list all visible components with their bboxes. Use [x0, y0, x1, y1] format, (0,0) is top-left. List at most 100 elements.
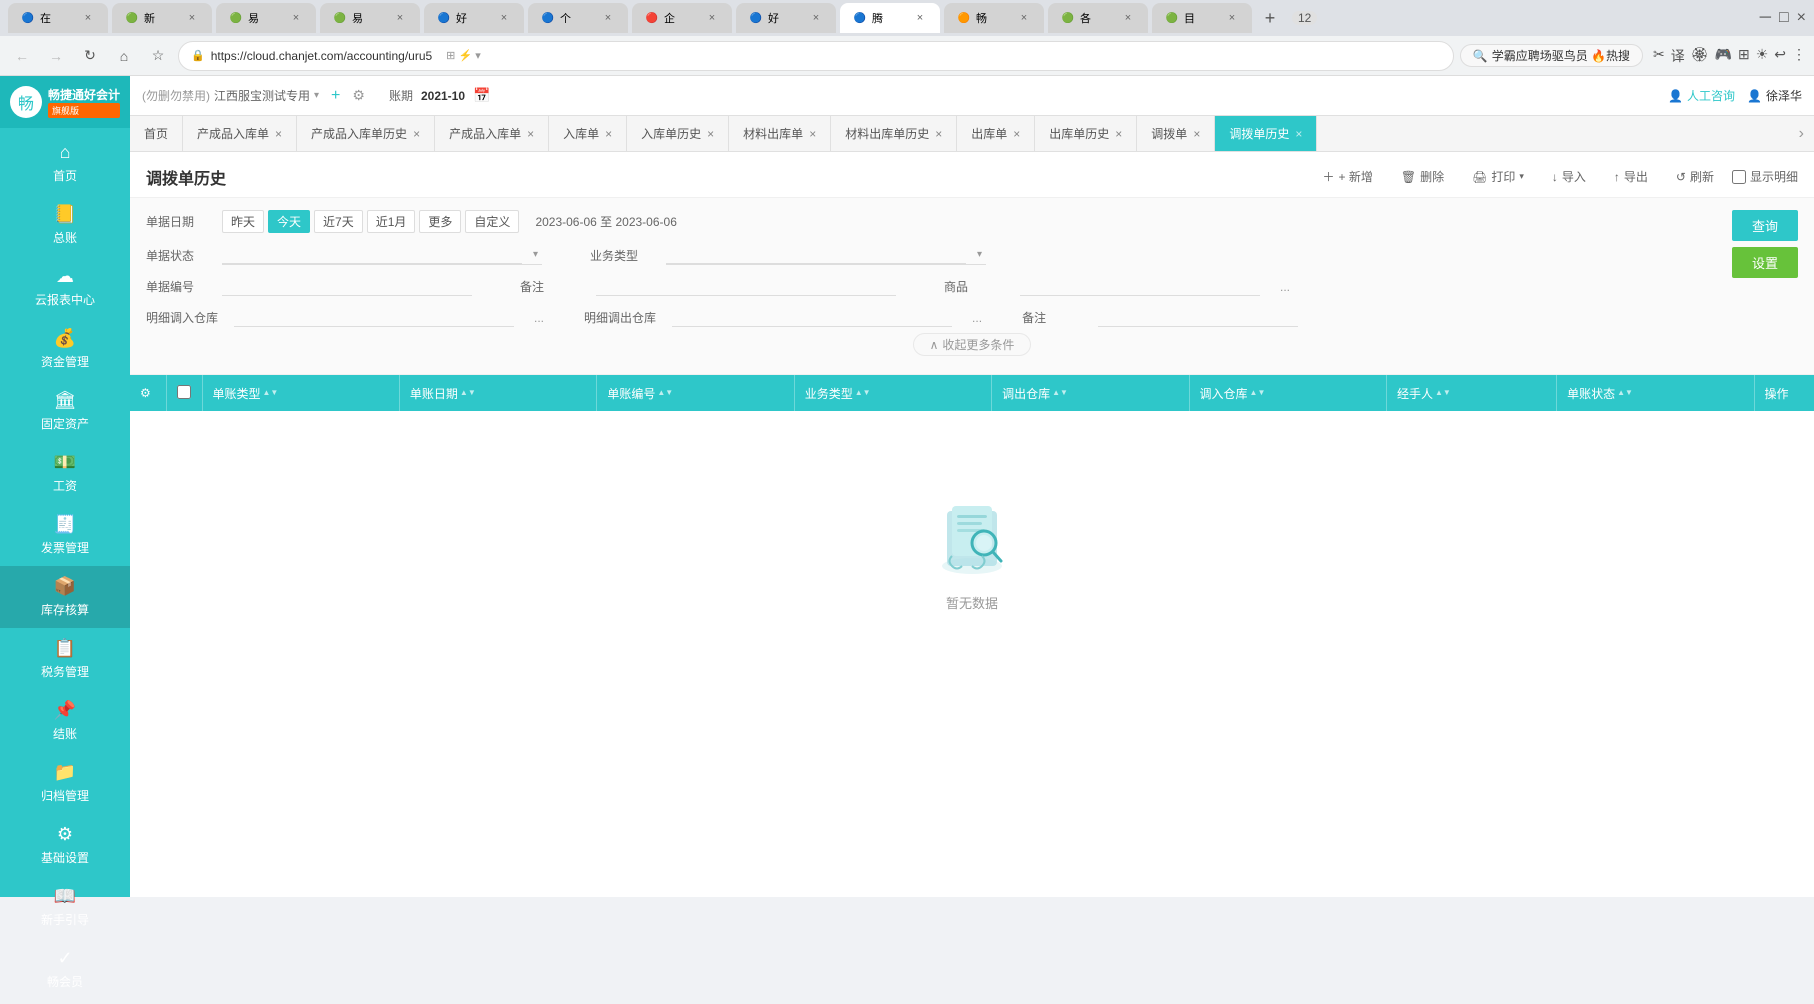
maximize-btn[interactable]: □	[1779, 9, 1789, 27]
last7days-btn[interactable]: 近7天	[314, 210, 363, 233]
translate-icon[interactable]: 译	[1671, 46, 1685, 66]
theme-icon[interactable]: ☀	[1756, 46, 1769, 66]
close-window-btn[interactable]: ×	[1797, 9, 1806, 27]
th-num[interactable]: 单账编号 ▲▼	[597, 375, 794, 411]
forward-btn[interactable]: →	[42, 42, 70, 70]
filter-settings-btn[interactable]: 设置	[1732, 247, 1798, 278]
detail-out-dots[interactable]: ...	[972, 311, 982, 325]
app-tab-home[interactable]: 首页	[130, 116, 183, 152]
sidebar-item-ledger[interactable]: 📒 总账	[0, 194, 130, 256]
import-btn[interactable]: ↓ 导入	[1542, 164, 1596, 189]
sidebar-item-settings[interactable]: ⚙ 基础设置	[0, 814, 130, 876]
app-tab-5[interactable]: 入库单历史 ×	[627, 116, 729, 152]
browser-tab-11[interactable]: 🟢 各 ×	[1048, 3, 1148, 33]
last1month-btn[interactable]: 近1月	[367, 210, 416, 233]
browser-tab-9[interactable]: 🔵 腾 ×	[840, 3, 940, 33]
th-status[interactable]: 单账状态 ▲▼	[1557, 375, 1754, 411]
browser-tab-7[interactable]: 🔴 企 ×	[632, 3, 732, 33]
app-tab-4[interactable]: 入库单 ×	[549, 116, 627, 152]
browser-tab-2[interactable]: 🟢 新 ×	[112, 3, 212, 33]
today-btn[interactable]: 今天	[268, 210, 310, 233]
app-tab-11[interactable]: 调拨单历史 ×	[1215, 116, 1317, 152]
detail-out-input[interactable]	[672, 308, 952, 327]
th-type[interactable]: 单账类型 ▲▼	[202, 375, 399, 411]
tab-close-8[interactable]: ×	[808, 10, 824, 26]
grid-icon[interactable]: ⊞	[1738, 46, 1750, 66]
th-operator[interactable]: 经手人 ▲▼	[1386, 375, 1556, 411]
app-tab-close-9[interactable]: ×	[1115, 127, 1122, 141]
print-btn[interactable]: 🖨 打印 ▾	[1462, 164, 1534, 189]
query-btn[interactable]: 查询	[1732, 210, 1798, 241]
app-tab-6[interactable]: 材料出库单 ×	[729, 116, 831, 152]
tab-close-9[interactable]: ×	[912, 10, 928, 26]
browser-tab-1[interactable]: 🔵 在 ×	[8, 3, 108, 33]
calendar-icon[interactable]: 📅	[473, 87, 490, 104]
sidebar-item-settle[interactable]: 📌 结账	[0, 690, 130, 752]
browser-tab-4[interactable]: 🟢 易 ×	[320, 3, 420, 33]
tab-close-2[interactable]: ×	[184, 10, 200, 26]
scissors-icon[interactable]: ✂	[1653, 46, 1665, 66]
yesterday-btn[interactable]: 昨天	[222, 210, 264, 233]
sidebar-item-assets[interactable]: 🏛 固定资产	[0, 380, 130, 442]
display-toggle[interactable]: 显示明细	[1732, 168, 1798, 185]
game-icon[interactable]: 🎮	[1715, 46, 1732, 66]
docnum-input[interactable]	[222, 277, 472, 296]
sidebar-item-inventory[interactable]: 📦 库存核算	[0, 566, 130, 628]
reward-icon[interactable]: 🏵	[1691, 46, 1709, 66]
browser-tab-10[interactable]: 🟠 畅 ×	[944, 3, 1044, 33]
app-tab-2[interactable]: 产成品入库单历史 ×	[297, 116, 435, 152]
sidebar-item-archive[interactable]: 📁 归档管理	[0, 752, 130, 814]
address-bar[interactable]: 🔒 https://cloud.chanjet.com/accounting/u…	[178, 41, 1454, 71]
app-tab-7[interactable]: 材料出库单历史 ×	[831, 116, 957, 152]
tab-close-12[interactable]: ×	[1224, 10, 1240, 26]
app-tab-close-6[interactable]: ×	[809, 127, 816, 141]
gear-settings-icon[interactable]: ⚙	[140, 386, 151, 400]
add-company-btn[interactable]: +	[331, 87, 340, 105]
back-btn[interactable]: ←	[8, 42, 36, 70]
app-tab-close-8[interactable]: ×	[1013, 127, 1020, 141]
company-settings-icon[interactable]: ⚙	[352, 87, 365, 104]
sidebar-item-member[interactable]: ✓ 畅会员	[0, 938, 130, 1000]
delete-btn[interactable]: 🗑 删除	[1391, 164, 1454, 189]
select-all-checkbox[interactable]	[177, 385, 191, 399]
goods-input[interactable]	[1020, 277, 1260, 296]
tab-close-7[interactable]: ×	[704, 10, 720, 26]
th-out-warehouse[interactable]: 调出仓库 ▲▼	[992, 375, 1189, 411]
app-tab-close-5[interactable]: ×	[707, 127, 714, 141]
more-date-btn[interactable]: 更多	[419, 210, 461, 233]
app-tab-close-2[interactable]: ×	[413, 127, 420, 141]
export-btn[interactable]: ↑ 导出	[1604, 164, 1658, 189]
note-input[interactable]	[596, 277, 896, 296]
th-in-warehouse[interactable]: 调入仓库 ▲▼	[1189, 375, 1386, 411]
browser-tab-12[interactable]: 🟢 目 ×	[1152, 3, 1252, 33]
sidebar-item-guide[interactable]: 📖 新手引导	[0, 876, 130, 938]
app-tab-close-3[interactable]: ×	[527, 127, 534, 141]
sidebar-item-reports[interactable]: ☁ 云报表中心	[0, 256, 130, 318]
browser-tab-8[interactable]: 🔵 好 ×	[736, 3, 836, 33]
search-bar[interactable]: 🔍 学霸应聘场驱鸟员 🔥热搜	[1460, 44, 1643, 67]
user-btn[interactable]: 👤 徐泽华	[1747, 87, 1802, 104]
detail-in-dots[interactable]: ...	[534, 311, 544, 325]
biztype-input[interactable]	[666, 245, 966, 264]
refresh-browser-btn[interactable]: ↻	[76, 42, 104, 70]
more-browser-btn[interactable]: ⋮	[1792, 46, 1806, 66]
browser-tab-3[interactable]: 🟢 易 ×	[216, 3, 316, 33]
th-biztype[interactable]: 业务类型 ▲▼	[794, 375, 991, 411]
app-tab-8[interactable]: 出库单 ×	[957, 116, 1035, 152]
tab-close-1[interactable]: ×	[80, 10, 96, 26]
app-tab-close-1[interactable]: ×	[275, 127, 282, 141]
app-tab-3[interactable]: 产成品入库单 ×	[435, 116, 549, 152]
tab-close-11[interactable]: ×	[1120, 10, 1136, 26]
biztype-select-wrap[interactable]: ▾	[666, 245, 986, 265]
th-check[interactable]	[166, 375, 202, 411]
status-input[interactable]	[222, 245, 522, 264]
note2-input[interactable]	[1098, 308, 1298, 327]
display-checkbox[interactable]	[1732, 170, 1746, 184]
tab-close-10[interactable]: ×	[1016, 10, 1032, 26]
service-btn[interactable]: 👤 人工咨询	[1668, 87, 1735, 104]
minimize-btn[interactable]: ─	[1760, 9, 1771, 27]
home-browser-btn[interactable]: ⌂	[110, 42, 138, 70]
sidebar-item-home[interactable]: ⌂ 首页	[0, 132, 130, 194]
bookmark-btn[interactable]: ☆	[144, 42, 172, 70]
sidebar-item-invoice[interactable]: 🧾 发票管理	[0, 504, 130, 566]
